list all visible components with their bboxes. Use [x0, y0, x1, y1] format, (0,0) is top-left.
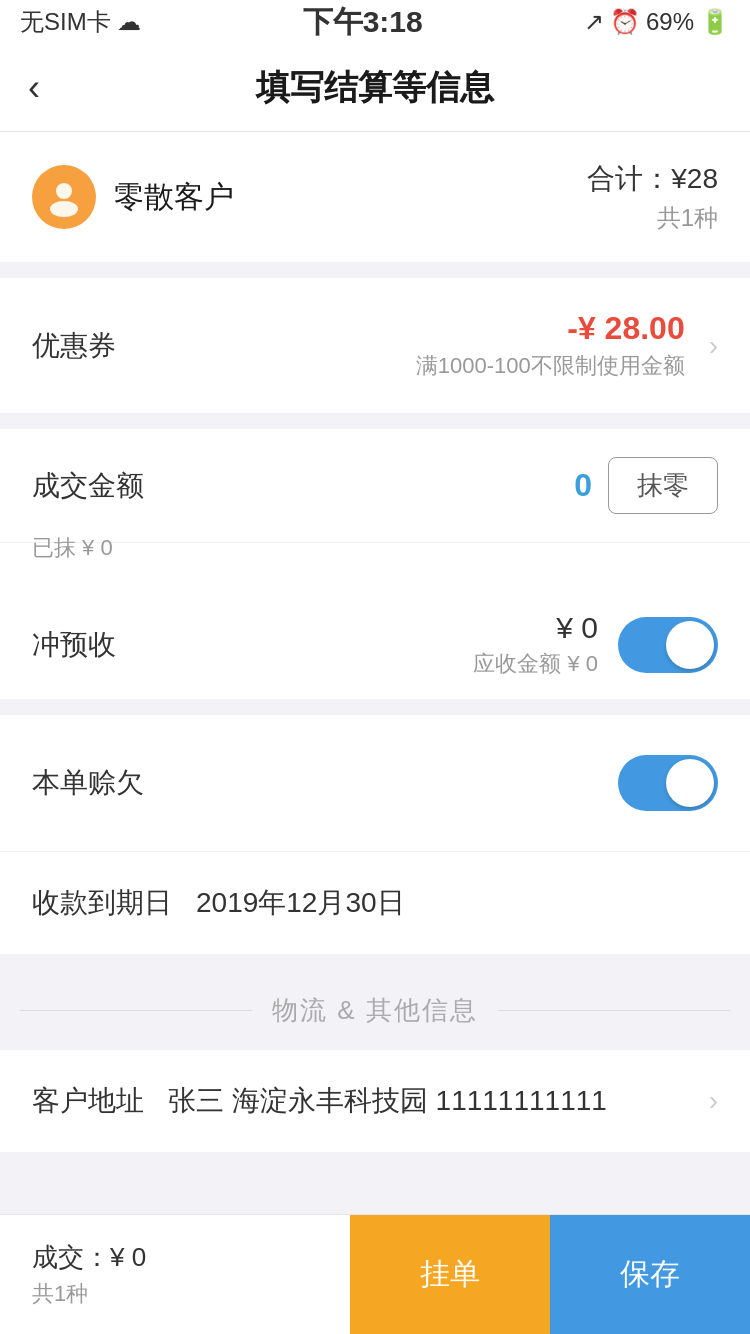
address-section[interactable]: 客户地址 张三 海淀永丰科技园 11111111111 › [0, 1050, 750, 1152]
bottom-bar: 成交：¥ 0 共1种 挂单 保存 [0, 1214, 750, 1334]
pre-receive-toggle[interactable] [618, 617, 718, 673]
address-label: 客户地址 [32, 1082, 144, 1120]
status-time: 下午3:18 [303, 2, 423, 43]
coupon-chevron-icon: › [709, 330, 718, 362]
status-bar: 无SIM卡 ☁ 下午3:18 ↗ ⏰ 69% 🔋 [0, 0, 750, 44]
battery-icon: 🔋 [700, 8, 730, 36]
coupon-row[interactable]: 优惠券 -¥ 28.00 满1000-100不限制使用金额 › [0, 278, 750, 413]
transaction-row: 成交金额 0 抹零 [0, 429, 750, 543]
total-count: 共1种 [587, 202, 718, 234]
duedate-value[interactable]: 2019年12月30日 [196, 884, 405, 922]
debt-toggle-knob [666, 759, 714, 807]
svg-point-0 [56, 183, 72, 199]
coupon-section[interactable]: 优惠券 -¥ 28.00 满1000-100不限制使用金额 › [0, 278, 750, 413]
alarm-icon: ⏰ [610, 8, 640, 36]
coupon-value-block: -¥ 28.00 满1000-100不限制使用金额 [416, 310, 685, 381]
pre-receive-label: 冲预收 [32, 626, 116, 664]
transaction-section: 成交金额 0 抹零 已抹 ¥ 0 冲预收 ¥ 0 应收金额 ¥ 0 [0, 429, 750, 699]
toggle-knob [666, 621, 714, 669]
address-chevron-icon: › [709, 1085, 718, 1117]
logistics-line-left [20, 1010, 252, 1011]
bottom-deal-label: 成交： [32, 1242, 110, 1272]
transaction-label: 成交金额 [32, 467, 144, 505]
save-button[interactable]: 保存 [550, 1215, 750, 1334]
coupon-right: -¥ 28.00 满1000-100不限制使用金额 › [416, 310, 718, 381]
transaction-input-block: 0 抹零 [532, 457, 718, 514]
debt-section: 本单赊欠 收款到期日 2019年12月30日 [0, 715, 750, 954]
hang-single-button[interactable]: 挂单 [350, 1215, 550, 1334]
customer-section: 零散客户 合计：¥28 共1种 [0, 132, 750, 262]
bottom-deal-value: ¥ 0 [110, 1242, 146, 1272]
debt-toggle[interactable] [618, 755, 718, 811]
customer-summary: 合计：¥28 共1种 [587, 160, 718, 234]
address-value: 张三 海淀永丰科技园 11111111111 [168, 1082, 697, 1120]
logistics-divider: 物流 & 其他信息 [0, 970, 750, 1050]
svg-point-1 [50, 201, 78, 217]
duedate-label: 收款到期日 [32, 884, 172, 922]
battery-text: 69% [646, 8, 694, 36]
location-icon: ↗ [584, 8, 604, 36]
logistics-line-right [498, 1010, 730, 1011]
pre-receive-row: 冲预收 ¥ 0 应收金额 ¥ 0 [0, 583, 750, 699]
status-right: ↗ ⏰ 69% 🔋 [584, 8, 730, 36]
bottom-deal-row: 成交：¥ 0 [32, 1240, 318, 1275]
address-row[interactable]: 客户地址 张三 海淀永丰科技园 11111111111 › [0, 1050, 750, 1152]
logistics-label: 物流 & 其他信息 [272, 993, 478, 1028]
duedate-row: 收款到期日 2019年12月30日 [0, 851, 750, 954]
debt-row: 本单赊欠 [0, 715, 750, 851]
coupon-label: 优惠券 [32, 327, 116, 365]
back-button[interactable]: ‹ [28, 67, 40, 109]
transaction-sub: 已抹 ¥ 0 [0, 533, 750, 583]
coupon-desc: 满1000-100不限制使用金额 [416, 351, 685, 381]
avatar [32, 165, 96, 229]
pre-value: ¥ 0 [473, 611, 598, 645]
no-sim-text: 无SIM卡 ☁ [20, 6, 141, 38]
customer-row: 零散客户 合计：¥28 共1种 [0, 132, 750, 262]
pre-receive-right: ¥ 0 应收金额 ¥ 0 [473, 611, 718, 679]
transaction-value[interactable]: 0 [532, 467, 592, 504]
customer-name: 零散客户 [114, 177, 234, 218]
pre-value-block: ¥ 0 应收金额 ¥ 0 [473, 611, 598, 679]
nav-bar: ‹ 填写结算等信息 [0, 44, 750, 132]
customer-info-left: 零散客户 [32, 165, 234, 229]
debt-label: 本单赊欠 [32, 764, 144, 802]
bottom-count: 共1种 [32, 1279, 318, 1309]
coupon-value: -¥ 28.00 [416, 310, 685, 347]
round-zero-button[interactable]: 抹零 [608, 457, 718, 514]
pre-sub: 应收金额 ¥ 0 [473, 649, 598, 679]
bottom-info: 成交：¥ 0 共1种 [0, 1215, 350, 1334]
total-amount: 合计：¥28 [587, 160, 718, 198]
page-title: 填写结算等信息 [256, 65, 494, 111]
status-left: 无SIM卡 ☁ [20, 6, 141, 38]
